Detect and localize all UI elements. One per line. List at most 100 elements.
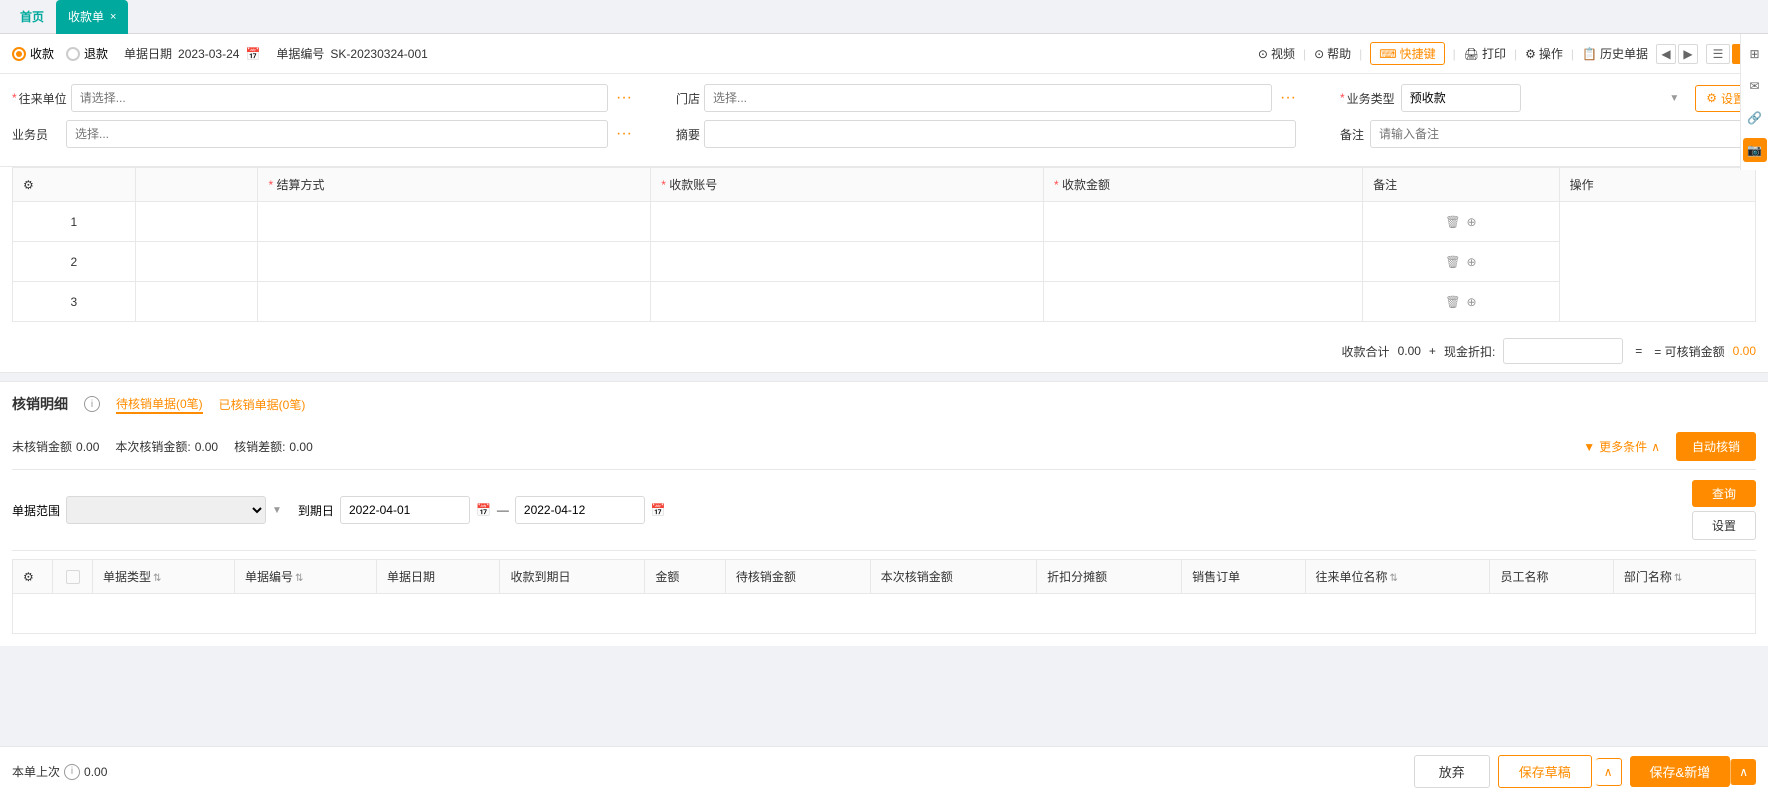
- staff-more[interactable]: ···: [612, 125, 636, 143]
- staff-label: 业务员: [12, 126, 48, 143]
- form-row-1: * 往来单位 ··· 门店 ··· * 业务类型 预收款 应收款 ▼ ⚙: [12, 84, 1756, 112]
- plus-sign: +: [1429, 344, 1436, 358]
- delete-icon-3[interactable]: 🗑: [1445, 295, 1460, 309]
- nav-arrows: ◀ ▶: [1656, 44, 1698, 64]
- biz-label: 业务类型: [1347, 90, 1395, 107]
- save-new-arrow[interactable]: ∧: [1730, 759, 1756, 785]
- radio-refund-label: 退款: [84, 45, 108, 62]
- range-select[interactable]: [66, 496, 266, 524]
- right-panel-link-icon[interactable]: 🔗: [1743, 106, 1767, 130]
- calendar-icon[interactable]: 📅: [245, 47, 260, 61]
- number-field: 单据编号 SK-20230324-001: [276, 45, 427, 62]
- right-panel-table-icon[interactable]: ⊞: [1743, 42, 1767, 66]
- nav-prev[interactable]: ◀: [1656, 44, 1676, 64]
- remark-label: 备注: [1340, 126, 1364, 143]
- pending-tab[interactable]: 待核销单据(0笔): [116, 395, 203, 414]
- radio-receipt[interactable]: 收款: [12, 45, 54, 62]
- range-chevron: ▼: [272, 505, 282, 516]
- partner-input[interactable]: [71, 84, 608, 112]
- more-conditions-btn[interactable]: ▼ 更多条件 ∧: [1583, 438, 1660, 455]
- date-value: 2023-03-24: [178, 47, 239, 61]
- remark-input[interactable]: [1370, 120, 1752, 148]
- td-amount-1[interactable]: [651, 202, 1044, 242]
- td-settle-2[interactable]: [135, 242, 258, 282]
- td-account-3[interactable]: [258, 282, 651, 322]
- tab-receipt-close[interactable]: ×: [110, 11, 116, 23]
- unchecked-label: 未核销金额: [12, 438, 72, 455]
- save-new-btn[interactable]: 保存&新增: [1630, 756, 1731, 787]
- operation-link[interactable]: ⚙ 操作: [1525, 45, 1563, 62]
- due-date-label: 到期日: [298, 502, 334, 519]
- td-amount-3[interactable]: [651, 282, 1044, 322]
- td-account-1[interactable]: [258, 202, 651, 242]
- summary-input[interactable]: [704, 120, 1296, 148]
- td-settle-1[interactable]: [135, 202, 258, 242]
- td-note-1[interactable]: [1044, 202, 1363, 242]
- layout-list[interactable]: ☰: [1706, 44, 1730, 64]
- filter-settings-btn[interactable]: 设置: [1692, 511, 1756, 540]
- abandon-btn[interactable]: 放弃: [1414, 755, 1490, 788]
- td-settle-3[interactable]: [135, 282, 258, 322]
- biz-select[interactable]: 预收款 应收款: [1401, 84, 1521, 112]
- staff-input[interactable]: [66, 120, 608, 148]
- partner-more[interactable]: ···: [612, 89, 636, 107]
- partner-group: * 往来单位 ···: [12, 84, 636, 112]
- date-from-input[interactable]: [340, 496, 470, 524]
- receipt-refund-group: 收款 退款: [12, 45, 108, 62]
- vth-order: 销售订单: [1182, 560, 1305, 594]
- right-panel-camera-icon[interactable]: 📷: [1743, 138, 1767, 162]
- right-panel-email-icon[interactable]: ✉: [1743, 74, 1767, 98]
- operation-icon: ⚙: [1525, 47, 1536, 61]
- td-amount-2[interactable]: [651, 242, 1044, 282]
- td-account-2[interactable]: [258, 242, 651, 282]
- nav-next[interactable]: ▶: [1678, 44, 1698, 64]
- receipt-table: ⚙ * 结算方式 * 收款账号 * 收款金额 备注 操作: [12, 167, 1756, 322]
- print-link[interactable]: 🖨 打印: [1464, 45, 1506, 62]
- auto-verify-btn[interactable]: 自动核销: [1676, 432, 1756, 461]
- store-more[interactable]: ···: [1276, 89, 1300, 107]
- verify-info-icon[interactable]: i: [84, 396, 100, 412]
- done-tab[interactable]: 已核销单据(0笔): [219, 396, 306, 413]
- discount-input[interactable]: [1503, 338, 1623, 364]
- table-row: 3 🗑 ⊕: [13, 282, 1756, 322]
- video-link[interactable]: ⊙ 视频: [1258, 45, 1295, 62]
- summary-label: 摘要: [676, 126, 700, 143]
- bottom-info-icon[interactable]: i: [64, 764, 80, 780]
- th-settings[interactable]: ⚙: [13, 168, 136, 202]
- copy-icon-3[interactable]: ⊕: [1466, 295, 1476, 309]
- td-note-2[interactable]: [1044, 242, 1363, 282]
- select-all-checkbox[interactable]: [66, 570, 80, 584]
- radio-refund[interactable]: 退款: [66, 45, 108, 62]
- bottom-bar: 本单上次 i 0.00 放弃 保存草稿 ∧ 保存&新增 ∧: [0, 746, 1768, 796]
- current-value: 0.00: [195, 440, 218, 454]
- vth-settings[interactable]: ⚙: [13, 560, 53, 594]
- history-link[interactable]: 📋 历史单据: [1582, 45, 1648, 62]
- number-label: 单据编号: [276, 45, 324, 62]
- shortcut-btn[interactable]: ⌨ 快捷键: [1370, 42, 1444, 65]
- remark-group: 备注: [1340, 120, 1756, 148]
- tab-receipt[interactable]: 收款单 ×: [56, 0, 128, 34]
- delete-icon-2[interactable]: 🗑: [1445, 255, 1460, 269]
- td-note-3[interactable]: [1044, 282, 1363, 322]
- delete-icon-1[interactable]: 🗑: [1445, 215, 1460, 229]
- equals-sign: =: [1635, 344, 1642, 358]
- copy-icon-2[interactable]: ⊕: [1466, 255, 1476, 269]
- save-draft-btn[interactable]: 保存草稿: [1498, 755, 1592, 788]
- vth-checkbox-col: [53, 560, 93, 594]
- tab-home-label: 首页: [20, 8, 44, 25]
- query-btn[interactable]: 查询: [1692, 480, 1756, 507]
- copy-icon-1[interactable]: ⊕: [1466, 215, 1476, 229]
- save-draft-arrow[interactable]: ∧: [1596, 758, 1622, 786]
- store-input[interactable]: [704, 84, 1272, 112]
- form-fields: * 往来单位 ··· 门店 ··· * 业务类型 预收款 应收款 ▼ ⚙: [0, 74, 1768, 167]
- sep4: |: [1514, 47, 1517, 61]
- diff-label: 核销差额:: [234, 438, 285, 455]
- date-from-icon[interactable]: 📅: [476, 503, 491, 517]
- date-to-icon[interactable]: 📅: [651, 503, 666, 517]
- tab-home[interactable]: 首页: [8, 0, 56, 34]
- help-link[interactable]: ⊙ 帮助: [1314, 45, 1351, 62]
- business-type-group: * 业务类型 预收款 应收款 ▼ ⚙ 设置: [1340, 84, 1756, 112]
- date-to-input[interactable]: [515, 496, 645, 524]
- biz-required: *: [1340, 91, 1345, 105]
- diff-value: 0.00: [289, 440, 312, 454]
